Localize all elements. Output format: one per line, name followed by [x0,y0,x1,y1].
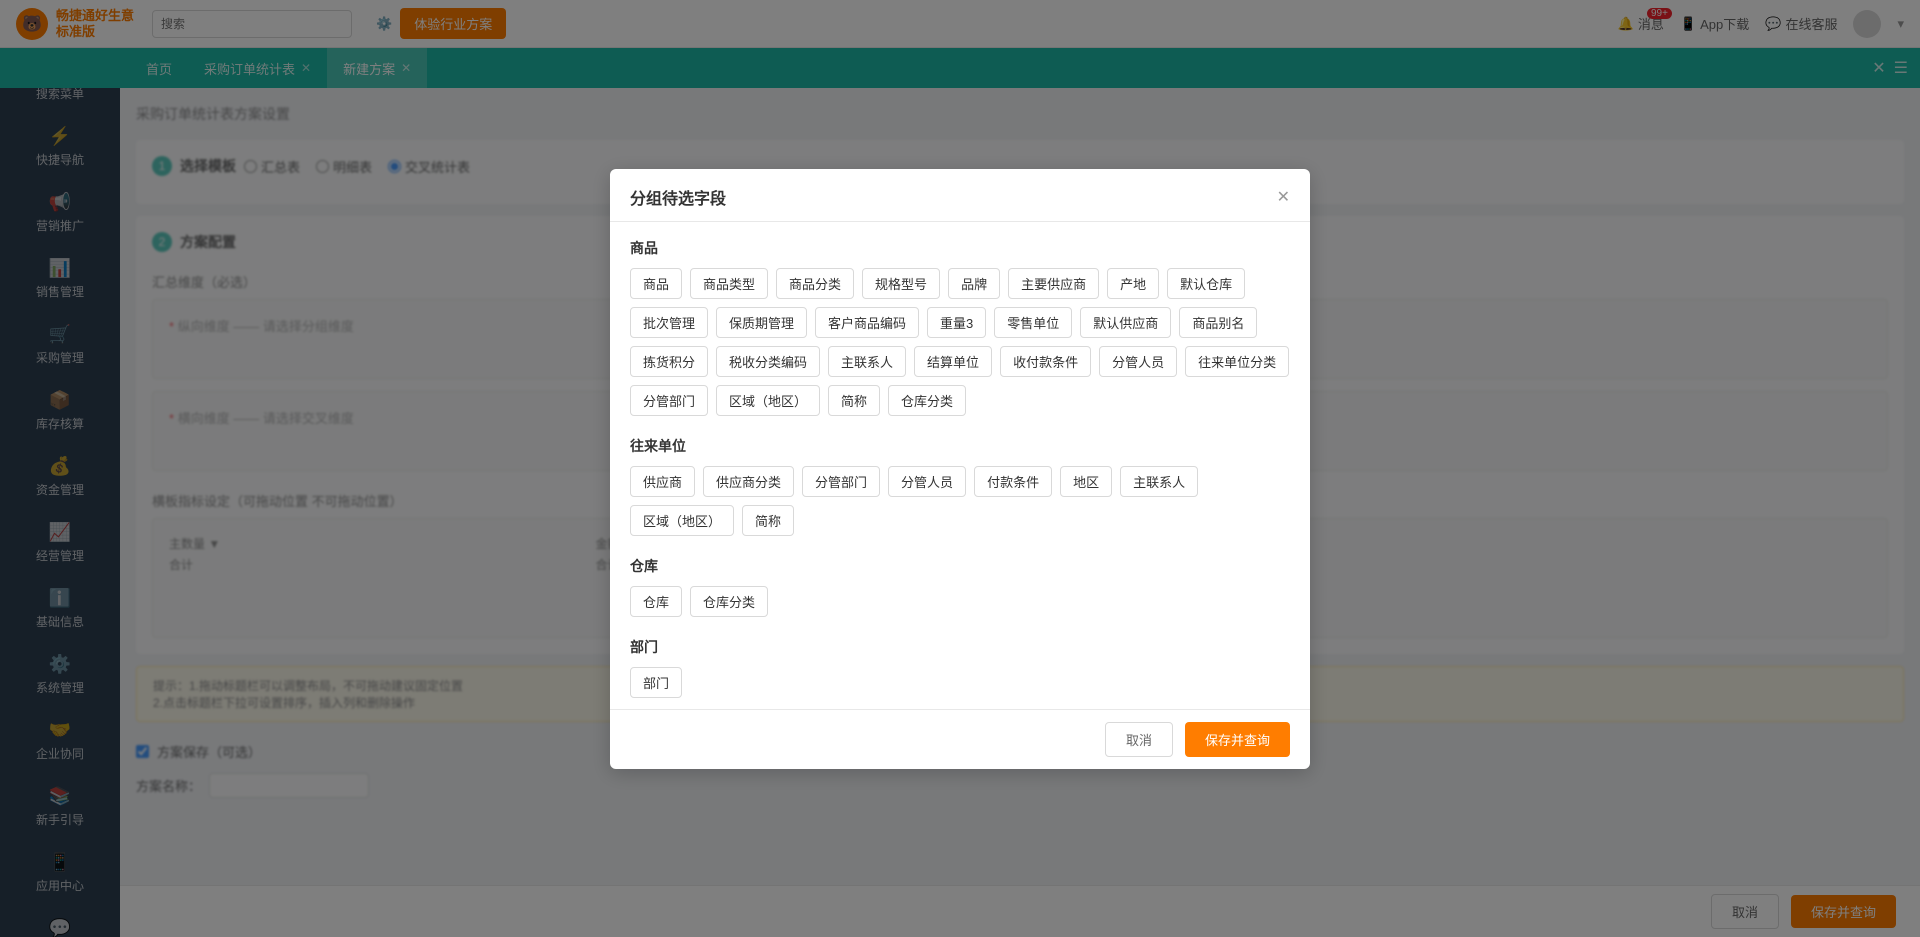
field-tag-0-12[interactable]: 零售单位 [994,307,1072,338]
field-tag-3-0[interactable]: 部门 [630,667,682,698]
field-tag-0-1[interactable]: 商品类型 [690,268,768,299]
field-tag-0-5[interactable]: 主要供应商 [1008,268,1099,299]
modal-body: 商品商品商品类型商品分类规格型号品牌主要供应商产地默认仓库批次管理保质期管理客户… [610,222,1310,709]
field-tag-0-3[interactable]: 规格型号 [862,268,940,299]
field-tag-0-24[interactable]: 简称 [828,385,880,416]
field-tag-0-8[interactable]: 批次管理 [630,307,708,338]
field-tag-0-9[interactable]: 保质期管理 [716,307,807,338]
modal-close-btn[interactable]: ✕ [1277,187,1290,207]
field-tag-0-19[interactable]: 收付款条件 [1000,346,1091,377]
field-tag-1-7[interactable]: 区域（地区） [630,505,734,536]
field-tag-1-5[interactable]: 地区 [1060,466,1112,497]
modal-cancel-btn[interactable]: 取消 [1105,722,1173,757]
field-tag-0-23[interactable]: 区域（地区） [716,385,820,416]
field-tag-0-11[interactable]: 重量3 [927,307,986,338]
field-group-title-3: 部门 [630,637,1290,657]
field-tags-2: 仓库仓库分类 [630,586,1290,617]
field-group-title-1: 往来单位 [630,436,1290,456]
field-tag-1-8[interactable]: 简称 [742,505,794,536]
field-tag-1-1[interactable]: 供应商分类 [703,466,794,497]
field-tag-0-4[interactable]: 品牌 [948,268,1000,299]
field-tag-1-6[interactable]: 主联系人 [1120,466,1198,497]
modal-header: 分组待选字段 ✕ [610,169,1310,222]
field-tag-2-1[interactable]: 仓库分类 [690,586,768,617]
field-tag-0-7[interactable]: 默认仓库 [1167,268,1245,299]
field-group-title-2: 仓库 [630,556,1290,576]
field-tag-0-22[interactable]: 分管部门 [630,385,708,416]
field-group-title-0: 商品 [630,238,1290,258]
field-tags-1: 供应商供应商分类分管部门分管人员付款条件地区主联系人区域（地区） 简称 [630,466,1290,536]
modal-footer: 取消保存并查询 [610,709,1310,769]
field-tag-1-2[interactable]: 分管部门 [802,466,880,497]
field-tag-0-2[interactable]: 商品分类 [776,268,854,299]
field-tag-0-20[interactable]: 分管人员 [1099,346,1177,377]
field-tag-0-16[interactable]: 税收分类编码 [716,346,820,377]
field-tag-1-3[interactable]: 分管人员 [888,466,966,497]
field-tag-0-10[interactable]: 客户商品编码 [815,307,919,338]
modal-overlay: 分组待选字段 ✕ 商品商品商品类型商品分类规格型号品牌主要供应商产地默认仓库批次… [0,0,1920,937]
field-tag-0-18[interactable]: 结算单位 [914,346,992,377]
field-tags-0: 商品商品类型商品分类规格型号品牌主要供应商产地默认仓库批次管理保质期管理客户商品… [630,268,1290,416]
field-group-2: 仓库仓库仓库分类 [630,556,1290,617]
field-tags-3: 部门 [630,667,1290,698]
modal-dialog: 分组待选字段 ✕ 商品商品商品类型商品分类规格型号品牌主要供应商产地默认仓库批次… [610,169,1310,769]
field-tag-0-6[interactable]: 产地 [1107,268,1159,299]
field-group-0: 商品商品商品类型商品分类规格型号品牌主要供应商产地默认仓库批次管理保质期管理客户… [630,238,1290,416]
field-tag-0-21[interactable]: 往来单位分类 [1185,346,1289,377]
field-group-3: 部门部门 [630,637,1290,698]
field-tag-0-14[interactable]: 商品别名 [1179,307,1257,338]
field-tag-1-4[interactable]: 付款条件 [974,466,1052,497]
field-tag-0-25[interactable]: 仓库分类 [888,385,966,416]
modal-ok-btn[interactable]: 保存并查询 [1185,722,1290,757]
field-tag-1-0[interactable]: 供应商 [630,466,695,497]
field-tag-0-0[interactable]: 商品 [630,268,682,299]
field-tag-0-17[interactable]: 主联系人 [828,346,906,377]
field-tag-0-15[interactable]: 拣货积分 [630,346,708,377]
field-tag-2-0[interactable]: 仓库 [630,586,682,617]
field-tag-0-13[interactable]: 默认供应商 [1080,307,1171,338]
modal-title: 分组待选字段 [630,185,726,209]
field-group-1: 往来单位供应商供应商分类分管部门分管人员付款条件地区主联系人区域（地区） 简称 [630,436,1290,536]
